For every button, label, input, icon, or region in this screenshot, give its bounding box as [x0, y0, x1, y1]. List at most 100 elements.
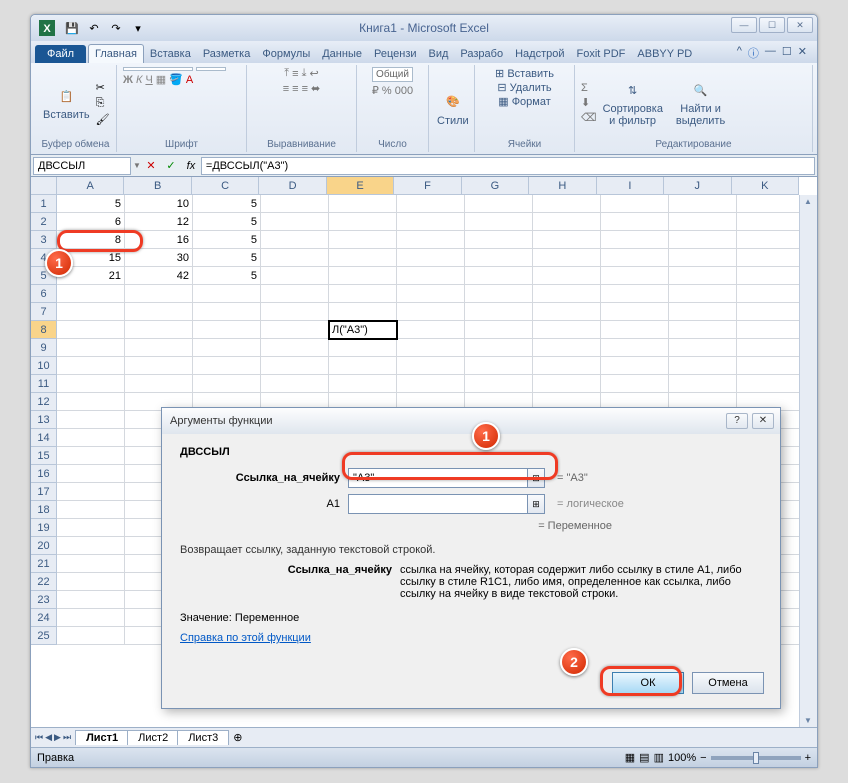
cell[interactable] [57, 537, 125, 555]
cell[interactable]: 5 [193, 231, 261, 249]
cell[interactable] [193, 321, 261, 339]
dialog-help-link[interactable]: Справка по этой функции [180, 632, 311, 644]
cell[interactable] [533, 213, 601, 231]
help-icon[interactable]: ⓘ [748, 45, 759, 61]
row-header[interactable]: 1 [31, 195, 57, 213]
cell[interactable] [601, 213, 669, 231]
cell[interactable]: 30 [125, 249, 193, 267]
cell[interactable] [669, 231, 737, 249]
cell[interactable] [737, 303, 805, 321]
row-header[interactable]: 22 [31, 573, 57, 591]
cell[interactable] [397, 213, 465, 231]
cells-format[interactable]: ▦ Формат [498, 95, 551, 108]
cell[interactable] [57, 393, 125, 411]
cell[interactable] [261, 339, 329, 357]
italic-icon[interactable]: К [136, 74, 142, 86]
view-pagebreak-icon[interactable]: ▥ [654, 751, 664, 764]
merge-icon[interactable]: ⬌ [311, 82, 320, 95]
cell[interactable]: 10 [125, 195, 193, 213]
column-header[interactable]: H [529, 177, 596, 195]
tab-data[interactable]: Данные [316, 45, 368, 63]
cell[interactable] [465, 375, 533, 393]
cell[interactable] [57, 429, 125, 447]
view-normal-icon[interactable]: ▦ [625, 751, 635, 764]
zoom-out-icon[interactable]: − [700, 752, 706, 764]
cell[interactable] [397, 267, 465, 285]
cell[interactable] [397, 357, 465, 375]
cell[interactable] [533, 375, 601, 393]
cell[interactable] [737, 321, 805, 339]
row-header[interactable]: 6 [31, 285, 57, 303]
cell[interactable] [57, 411, 125, 429]
cell[interactable]: 5 [57, 195, 125, 213]
redo-icon[interactable]: ↷ [107, 19, 125, 37]
row-header[interactable]: 15 [31, 447, 57, 465]
arg2-input[interactable] [348, 494, 528, 514]
border-icon[interactable]: ▦ [156, 73, 166, 86]
cell[interactable]: 21 [57, 267, 125, 285]
cell[interactable] [669, 321, 737, 339]
cell[interactable] [669, 357, 737, 375]
cell[interactable] [125, 285, 193, 303]
font-color-icon[interactable]: A [186, 74, 193, 86]
formula-input[interactable]: =ДВССЫЛ("A3") [201, 157, 815, 175]
cell[interactable] [261, 285, 329, 303]
zoom-in-icon[interactable]: + [805, 752, 811, 764]
cell[interactable] [57, 609, 125, 627]
cell[interactable] [57, 303, 125, 321]
cell[interactable] [669, 267, 737, 285]
cell[interactable] [397, 195, 465, 213]
column-header[interactable]: C [192, 177, 259, 195]
cell[interactable] [57, 627, 125, 645]
workbook-close-icon[interactable]: ✕ [798, 45, 807, 61]
row-header[interactable]: 23 [31, 591, 57, 609]
row-header[interactable]: 21 [31, 555, 57, 573]
row-header[interactable]: 25 [31, 627, 57, 645]
tab-foxit[interactable]: Foxit PDF [571, 45, 632, 63]
sheet-tab-1[interactable]: Лист1 [75, 730, 129, 745]
sheet-nav-next-icon[interactable]: ▶ [54, 732, 61, 743]
copy-icon[interactable]: ⎘ [96, 97, 110, 110]
close-button[interactable]: ✕ [787, 17, 813, 33]
sheet-nav-first-icon[interactable]: ⏮ [35, 732, 43, 743]
cell[interactable] [601, 321, 669, 339]
row-header[interactable]: 8 [31, 321, 57, 339]
cell[interactable] [601, 195, 669, 213]
font-combo[interactable] [123, 67, 193, 71]
undo-icon[interactable]: ↶ [85, 19, 103, 37]
new-sheet-icon[interactable]: ⊕ [233, 731, 242, 744]
cell[interactable] [533, 303, 601, 321]
zoom-slider[interactable] [711, 756, 801, 760]
autosum-icon[interactable]: Σ [581, 82, 597, 94]
tab-insert[interactable]: Вставка [144, 45, 197, 63]
cell[interactable] [601, 303, 669, 321]
arg2-range-picker-icon[interactable]: ⊞ [527, 494, 545, 514]
cell[interactable] [193, 303, 261, 321]
active-cell-content[interactable]: Л("A3") [329, 321, 397, 339]
column-header[interactable]: B [124, 177, 191, 195]
cell[interactable] [397, 249, 465, 267]
cell[interactable] [533, 339, 601, 357]
cell[interactable] [533, 321, 601, 339]
cell[interactable] [465, 195, 533, 213]
column-header[interactable]: J [664, 177, 731, 195]
ribbon-minimize-icon[interactable]: ^ [737, 45, 742, 61]
cell[interactable] [669, 375, 737, 393]
tab-review[interactable]: Рецензи [368, 45, 423, 63]
tab-developer[interactable]: Разрабо [454, 45, 509, 63]
cell[interactable] [465, 249, 533, 267]
cell[interactable]: 5 [193, 267, 261, 285]
cell[interactable] [125, 357, 193, 375]
cell[interactable] [329, 195, 397, 213]
row-header[interactable]: 12 [31, 393, 57, 411]
row-header[interactable]: 10 [31, 357, 57, 375]
cell[interactable] [397, 303, 465, 321]
cell[interactable] [193, 375, 261, 393]
cell[interactable]: 5 [193, 195, 261, 213]
cells-insert[interactable]: ⊞ Вставить [495, 67, 554, 80]
arg1-input[interactable] [348, 468, 528, 488]
cell[interactable] [465, 303, 533, 321]
dialog-close-button[interactable]: ✕ [752, 413, 774, 429]
cell[interactable] [533, 357, 601, 375]
row-header[interactable]: 7 [31, 303, 57, 321]
